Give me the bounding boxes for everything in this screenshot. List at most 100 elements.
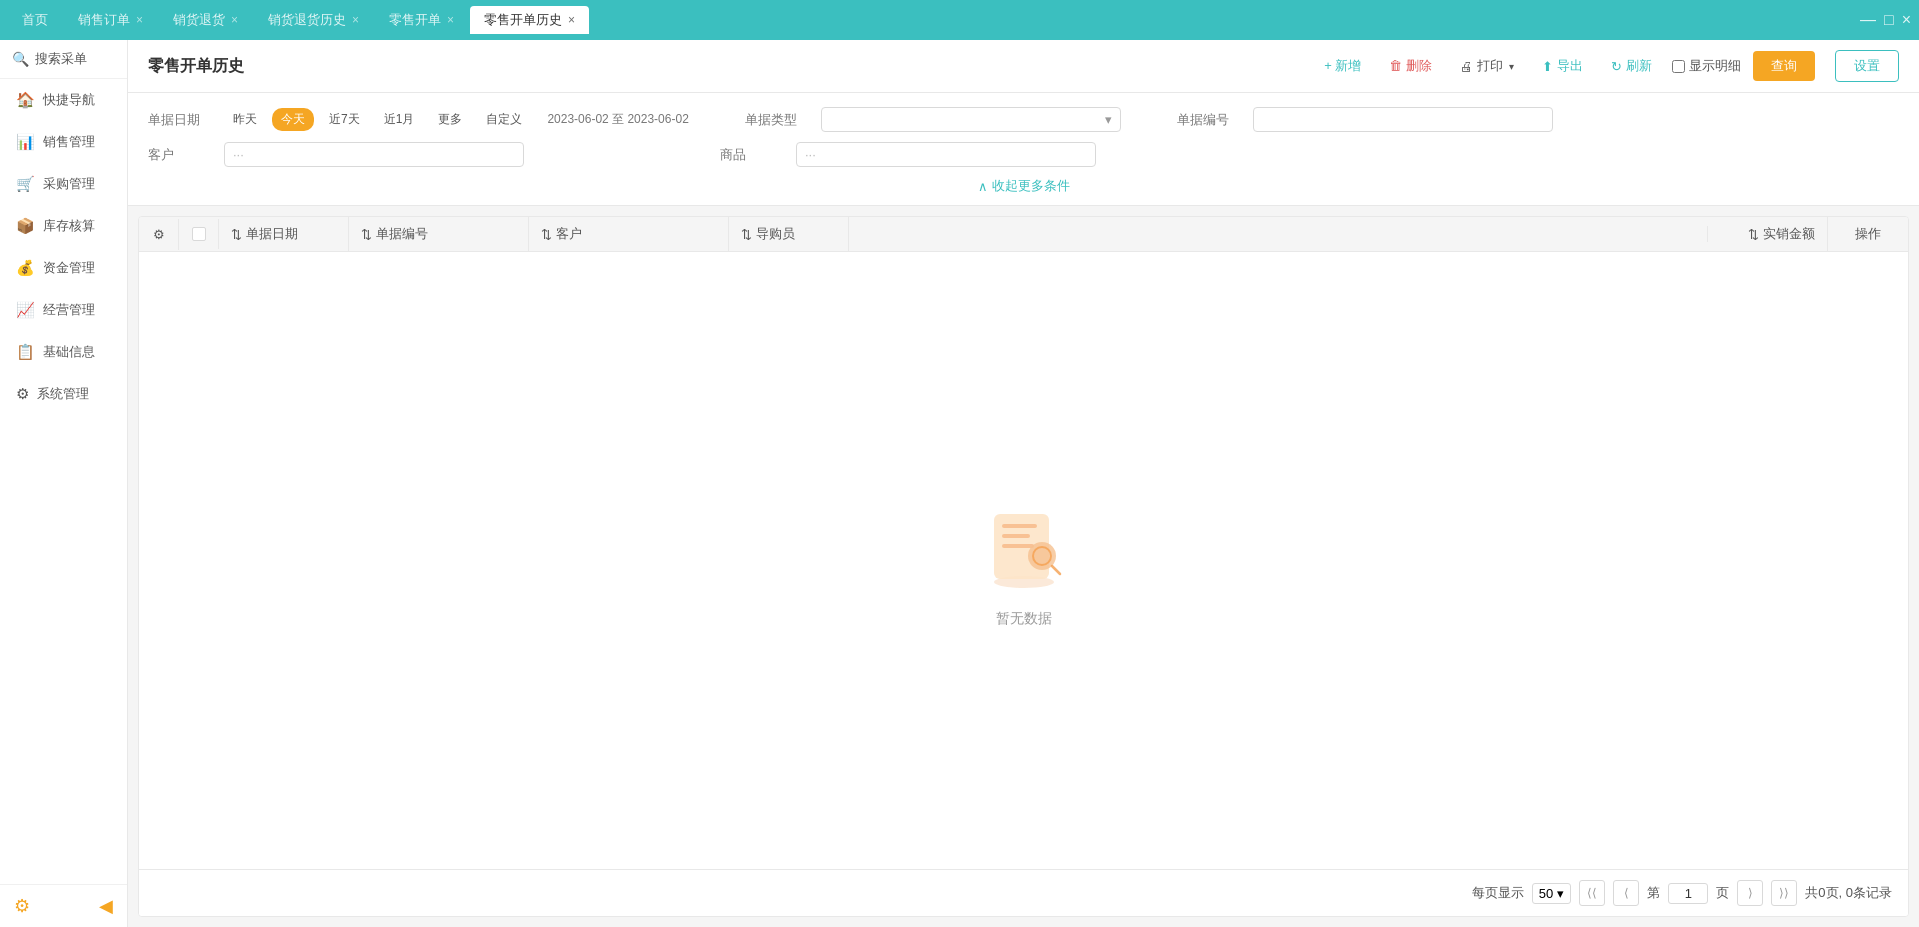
pagination: 每页显示 50 ▾ ⟨⟨ ⟨ 第 页 ⟩ ⟩⟩ 共0页, 0条记录 — [139, 869, 1908, 916]
sidebar-item-system[interactable]: ⚙ 系统管理 — [0, 373, 127, 415]
sidebar-item-basic-info[interactable]: 📋 基础信息 — [0, 331, 127, 373]
type-label: 单据类型 — [745, 111, 805, 129]
empty-illustration — [974, 494, 1074, 594]
add-button[interactable]: + 新增 — [1316, 53, 1369, 79]
sort-client-icon[interactable]: ⇅ — [541, 227, 552, 242]
date-btn-1month[interactable]: 近1月 — [375, 108, 424, 131]
tab-home[interactable]: 首页 — [8, 6, 62, 34]
tab-close-sales-return-history[interactable]: × — [352, 13, 359, 27]
toolbar: 零售开单历史 + 新增 🗑 删除 🖨 🖨 打印 打印 ▾ ⬆ 导出 ↻ 刷新 — [128, 40, 1919, 93]
table-col-check[interactable] — [179, 219, 219, 249]
date-range-display: 2023-06-02 至 2023-06-02 — [547, 111, 688, 128]
first-page-btn[interactable]: ⟨⟨ — [1579, 880, 1605, 906]
tab-close-icon[interactable]: × — [1902, 11, 1911, 29]
refresh-button[interactable]: ↻ 刷新 — [1603, 53, 1660, 79]
page-label-pre: 第 — [1647, 884, 1660, 902]
tab-close-sales-order[interactable]: × — [136, 13, 143, 27]
tab-close-sales-return[interactable]: × — [231, 13, 238, 27]
date-btn-custom[interactable]: 自定义 — [477, 108, 531, 131]
sidebar-item-inventory[interactable]: 📦 库存核算 — [0, 205, 127, 247]
type-select[interactable]: ▾ — [821, 107, 1121, 132]
date-btn-today[interactable]: 今天 — [272, 108, 314, 131]
tab-sales-return-history[interactable]: 销货退货历史 × — [254, 6, 373, 34]
tab-bar: 首页 销售订单 × 销货退货 × 销货退货历史 × 零售开单 × 零售开单历史 … — [0, 0, 1919, 40]
export-button[interactable]: ⬆ 导出 — [1534, 53, 1591, 79]
sidebar-search[interactable]: 🔍 搜索采单 — [0, 40, 127, 79]
query-button[interactable]: 查询 — [1753, 51, 1815, 81]
settings-button[interactable]: 设置 — [1835, 50, 1899, 82]
sidebar-nav: 🏠 快捷导航 📊 销售管理 🛒 采购管理 📦 库存核算 💰 资金管理 📈 — [0, 79, 127, 884]
sidebar-item-purchase[interactable]: 🛒 采购管理 — [0, 163, 127, 205]
next-page-btn[interactable]: ⟩ — [1737, 880, 1763, 906]
per-page-select[interactable]: 50 ▾ — [1532, 883, 1571, 904]
table-col-guide: ⇅ 导购员 — [729, 217, 849, 251]
sidebar-label-system: 系统管理 — [37, 385, 89, 403]
display-detail-checkbox[interactable] — [1672, 60, 1685, 73]
table-body: 暂无数据 — [139, 252, 1908, 869]
search-icon: 🔍 — [12, 51, 29, 67]
table-col-gear[interactable]: ⚙ — [139, 219, 179, 250]
print-button[interactable]: 🖨 🖨 打印 打印 ▾ — [1452, 53, 1522, 79]
tab-bar-right-controls: — □ × — [1860, 11, 1911, 29]
svg-rect-4 — [1002, 544, 1034, 548]
display-detail-check[interactable]: 显示明细 — [1672, 57, 1741, 75]
sort-guide-icon[interactable]: ⇅ — [741, 227, 752, 242]
type-select-arrow: ▾ — [1105, 112, 1112, 127]
date-btn-more[interactable]: 更多 — [429, 108, 471, 131]
date-btn-7days[interactable]: 近7天 — [320, 108, 369, 131]
sidebar-search-label: 搜索采单 — [35, 50, 87, 68]
client-label: 客户 — [148, 146, 208, 164]
table-col-flex — [849, 226, 1708, 242]
sidebar-collapse-btn[interactable]: ◀ — [99, 895, 113, 917]
tab-retail-order[interactable]: 零售开单 × — [375, 6, 468, 34]
content-area: 零售开单历史 + 新增 🗑 删除 🖨 🖨 打印 打印 ▾ ⬆ 导出 ↻ 刷新 — [128, 40, 1919, 927]
num-input[interactable] — [1253, 107, 1553, 132]
finance-icon: 💰 — [16, 259, 35, 277]
goods-label: 商品 — [720, 146, 780, 164]
tab-sales-order[interactable]: 销售订单 × — [64, 6, 157, 34]
per-page-dropdown-icon: ▾ — [1557, 886, 1564, 901]
filter-row-1: 单据日期 昨天 今天 近7天 近1月 更多 自定义 2023-06-02 至 2… — [148, 107, 1899, 132]
sidebar-label-finance: 资金管理 — [43, 259, 95, 277]
sort-amount-icon[interactable]: ⇅ — [1748, 227, 1759, 242]
inventory-icon: 📦 — [16, 217, 35, 235]
date-btn-yesterday[interactable]: 昨天 — [224, 108, 266, 131]
tab-maximize-icon[interactable]: □ — [1884, 11, 1894, 29]
system-icon: ⚙ — [16, 385, 29, 403]
select-all-checkbox[interactable] — [192, 227, 206, 241]
prev-page-btn[interactable]: ⟨ — [1613, 880, 1639, 906]
sidebar-item-finance[interactable]: 💰 资金管理 — [0, 247, 127, 289]
sidebar-item-quick-nav[interactable]: 🏠 快捷导航 — [0, 79, 127, 121]
sidebar-settings-btn[interactable]: ⚙ — [14, 895, 30, 917]
print-icon: 🖨 — [1460, 59, 1473, 74]
svg-rect-2 — [1002, 524, 1037, 528]
empty-text: 暂无数据 — [996, 610, 1052, 628]
table-col-client: ⇅ 客户 — [529, 217, 729, 251]
filter-area: 单据日期 昨天 今天 近7天 近1月 更多 自定义 2023-06-02 至 2… — [128, 93, 1919, 206]
toolbar-actions: + 新增 🗑 删除 🖨 🖨 打印 打印 ▾ ⬆ 导出 ↻ 刷新 — [1316, 50, 1899, 82]
sort-date-icon[interactable]: ⇅ — [231, 227, 242, 242]
sidebar-label-business: 经营管理 — [43, 301, 95, 319]
last-page-btn[interactable]: ⟩⟩ — [1771, 880, 1797, 906]
delete-button[interactable]: 🗑 删除 — [1381, 53, 1440, 79]
tab-minimize-icon[interactable]: — — [1860, 11, 1876, 29]
print-dropdown-icon: ▾ — [1509, 61, 1514, 72]
sidebar-item-business[interactable]: 📈 经营管理 — [0, 289, 127, 331]
tab-close-retail-order-history[interactable]: × — [568, 13, 575, 27]
client-input[interactable]: ··· — [224, 142, 524, 167]
table-col-operation: 操作 — [1828, 217, 1908, 251]
sidebar-item-sales[interactable]: 📊 销售管理 — [0, 121, 127, 163]
filter-row-2: 客户 ··· 商品 ··· — [148, 142, 1899, 167]
tab-close-retail-order[interactable]: × — [447, 13, 454, 27]
goods-input[interactable]: ··· — [796, 142, 1096, 167]
sort-num-icon[interactable]: ⇅ — [361, 227, 372, 242]
tab-retail-order-history[interactable]: 零售开单历史 × — [470, 6, 589, 34]
tab-sales-return[interactable]: 销货退货 × — [159, 6, 252, 34]
table-col-num: ⇅ 单据编号 — [349, 217, 529, 251]
export-icon: ⬆ — [1542, 59, 1553, 74]
filter-collapse-btn[interactable]: ∧ 收起更多条件 — [148, 177, 1899, 195]
collapse-up-icon: ∧ — [978, 179, 988, 194]
page-number-input[interactable] — [1668, 883, 1708, 904]
basic-info-icon: 📋 — [16, 343, 35, 361]
sidebar-footer: ⚙ ◀ — [0, 884, 127, 927]
